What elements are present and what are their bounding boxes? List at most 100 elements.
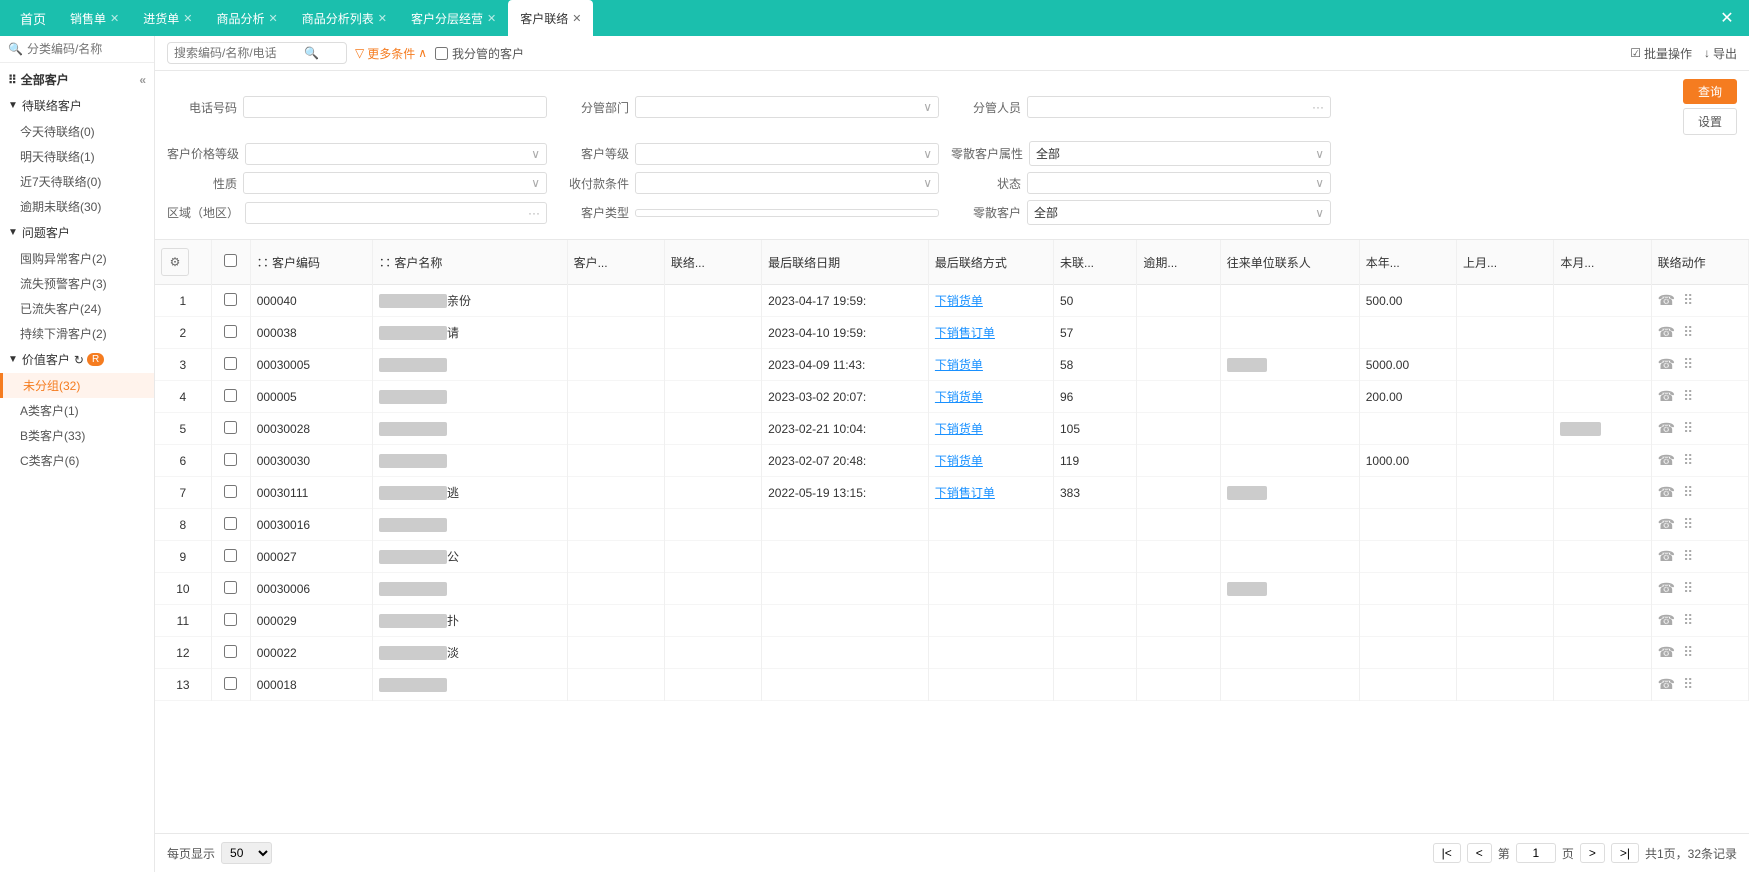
sidebar-item-overdue-pending[interactable]: 逾期未联络(30) [0, 194, 154, 219]
export-button[interactable]: ↓ 导出 [1704, 45, 1737, 62]
page-number-input[interactable] [1516, 843, 1556, 863]
col-header-code[interactable]: ∷ 客户编码 [250, 240, 372, 285]
phone-action-icon[interactable]: ☎ [1658, 452, 1675, 469]
row-checkbox-cell[interactable] [211, 381, 250, 413]
row-last-way[interactable]: 下销货单 [928, 445, 1053, 477]
page-size-select[interactable]: 50 100 [221, 842, 272, 864]
toolbar-search-box[interactable]: 🔍 [167, 42, 347, 64]
row-checkbox[interactable] [224, 389, 237, 402]
payment-select[interactable]: ∨ [635, 172, 939, 194]
col-header-lastway[interactable]: 最后联络方式 [928, 240, 1053, 285]
row-checkbox-cell[interactable] [211, 509, 250, 541]
row-checkbox-cell[interactable] [211, 477, 250, 509]
person-select[interactable]: ··· [1027, 96, 1331, 118]
customer-level-select[interactable]: ∨ [635, 143, 939, 165]
row-checkbox[interactable] [224, 453, 237, 466]
row-checkbox-cell[interactable] [211, 605, 250, 637]
col-header-checkbox[interactable] [211, 240, 250, 285]
phone-action-icon[interactable]: ☎ [1658, 292, 1675, 309]
row-checkbox-cell[interactable] [211, 317, 250, 349]
close-window-button[interactable]: ✕ [1713, 4, 1741, 32]
row-checkbox[interactable] [224, 677, 237, 690]
grid-action-icon[interactable]: ⠿ [1683, 612, 1693, 629]
next-page-button[interactable]: > [1580, 843, 1605, 863]
col-header-contact[interactable]: 联络... [664, 240, 761, 285]
grid-action-icon[interactable]: ⠿ [1683, 388, 1693, 405]
close-tab-contact[interactable]: ✕ [572, 12, 581, 25]
region-select[interactable]: ··· [245, 202, 547, 224]
nav-tab-purchase[interactable]: 进货单 ✕ [131, 0, 204, 36]
row-checkbox-cell[interactable] [211, 285, 250, 317]
first-page-button[interactable]: |< [1433, 843, 1461, 863]
query-button[interactable]: 查询 [1683, 79, 1737, 104]
sidebar-group-problem[interactable]: ▼ 问题客户 [0, 219, 154, 246]
phone-action-icon[interactable]: ☎ [1658, 324, 1675, 341]
sidebar-item-b-class[interactable]: B类客户(33) [0, 423, 154, 448]
row-checkbox-cell[interactable] [211, 349, 250, 381]
phone-action-icon[interactable]: ☎ [1658, 676, 1675, 693]
nav-tab-product-analysis[interactable]: 商品分析 ✕ [204, 0, 289, 36]
sidebar-search-input[interactable] [27, 42, 155, 56]
settings-icon[interactable]: ⚙ [161, 248, 189, 276]
row-last-way[interactable]: 下销货单 [928, 381, 1053, 413]
row-checkbox[interactable] [224, 581, 237, 594]
grid-action-icon[interactable]: ⠿ [1683, 676, 1693, 693]
row-checkbox[interactable] [224, 549, 237, 562]
col-header-lastdate[interactable]: 最后联络日期 [762, 240, 929, 285]
row-checkbox-cell[interactable] [211, 445, 250, 477]
sidebar-item-churn-warning[interactable]: 流失预警客户(3) [0, 271, 154, 296]
phone-action-icon[interactable]: ☎ [1658, 548, 1675, 565]
search-input[interactable] [174, 46, 304, 60]
gender-select[interactable]: ∨ [243, 172, 547, 194]
col-header-unitcontact[interactable]: 往来单位联系人 [1220, 240, 1359, 285]
phone-action-icon[interactable]: ☎ [1658, 484, 1675, 501]
grid-action-icon[interactable]: ⠿ [1683, 516, 1693, 533]
close-tab-segment[interactable]: ✕ [487, 12, 496, 25]
sidebar-group-pending[interactable]: ▼ 待联络客户 [0, 92, 154, 119]
retail-customer-select[interactable]: 全部 ∨ [1027, 200, 1331, 225]
sidebar-item-today-pending[interactable]: 今天待联络(0) [0, 119, 154, 144]
phone-action-icon[interactable]: ☎ [1658, 516, 1675, 533]
row-last-way[interactable]: 下销货单 [928, 285, 1053, 317]
row-checkbox[interactable] [224, 293, 237, 306]
grid-action-icon[interactable]: ⠿ [1683, 324, 1693, 341]
sidebar-collapse-btn[interactable]: « [139, 73, 146, 87]
phone-input[interactable] [243, 96, 547, 118]
row-checkbox[interactable] [224, 325, 237, 338]
phone-action-icon[interactable]: ☎ [1658, 644, 1675, 661]
batch-operation-button[interactable]: ☑ 批量操作 [1630, 45, 1692, 62]
more-icon[interactable]: ··· [1312, 100, 1324, 114]
row-last-way[interactable] [928, 669, 1053, 701]
row-checkbox[interactable] [224, 421, 237, 434]
dept-select[interactable]: ∨ [635, 96, 939, 118]
reset-button[interactable]: 设置 [1683, 108, 1737, 135]
grid-action-icon[interactable]: ⠿ [1683, 548, 1693, 565]
nav-home[interactable]: 首页 [8, 0, 58, 36]
col-header-unlink[interactable]: 未联... [1053, 240, 1136, 285]
retail-attr-select[interactable]: 全部 ∨ [1029, 141, 1331, 166]
col-header-settings[interactable]: ⚙ [155, 240, 211, 285]
col-header-thisyear[interactable]: 本年... [1359, 240, 1456, 285]
row-checkbox[interactable] [224, 613, 237, 626]
refresh-icon[interactable]: ↻ [74, 353, 84, 367]
col-header-lastmonth[interactable]: 上月... [1457, 240, 1554, 285]
price-level-select[interactable]: ∨ [245, 143, 547, 165]
nav-tab-customer-contact[interactable]: 客户联络 ✕ [508, 0, 593, 36]
row-checkbox-cell[interactable] [211, 413, 250, 445]
phone-action-icon[interactable]: ☎ [1658, 356, 1675, 373]
col-header-thismonth[interactable]: 本月... [1554, 240, 1651, 285]
sidebar-item-declining[interactable]: 持续下滑客户(2) [0, 321, 154, 346]
select-all-checkbox[interactable] [224, 254, 237, 267]
col-header-type[interactable]: 客户... [567, 240, 664, 285]
my-customers-checkbox[interactable] [435, 47, 448, 60]
row-checkbox[interactable] [224, 645, 237, 658]
nav-tab-customer-segment[interactable]: 客户分层经营 ✕ [399, 0, 508, 36]
col-header-name[interactable]: ∷ 客户名称 [372, 240, 567, 285]
sidebar-item-c-class[interactable]: C类客户(6) [0, 448, 154, 473]
row-last-way[interactable]: 下销货单 [928, 349, 1053, 381]
last-page-button[interactable]: >| [1611, 843, 1639, 863]
row-last-way[interactable] [928, 605, 1053, 637]
row-last-way[interactable]: 下销售订单 [928, 317, 1053, 349]
row-checkbox-cell[interactable] [211, 573, 250, 605]
status-select[interactable]: ∨ [1027, 172, 1331, 194]
